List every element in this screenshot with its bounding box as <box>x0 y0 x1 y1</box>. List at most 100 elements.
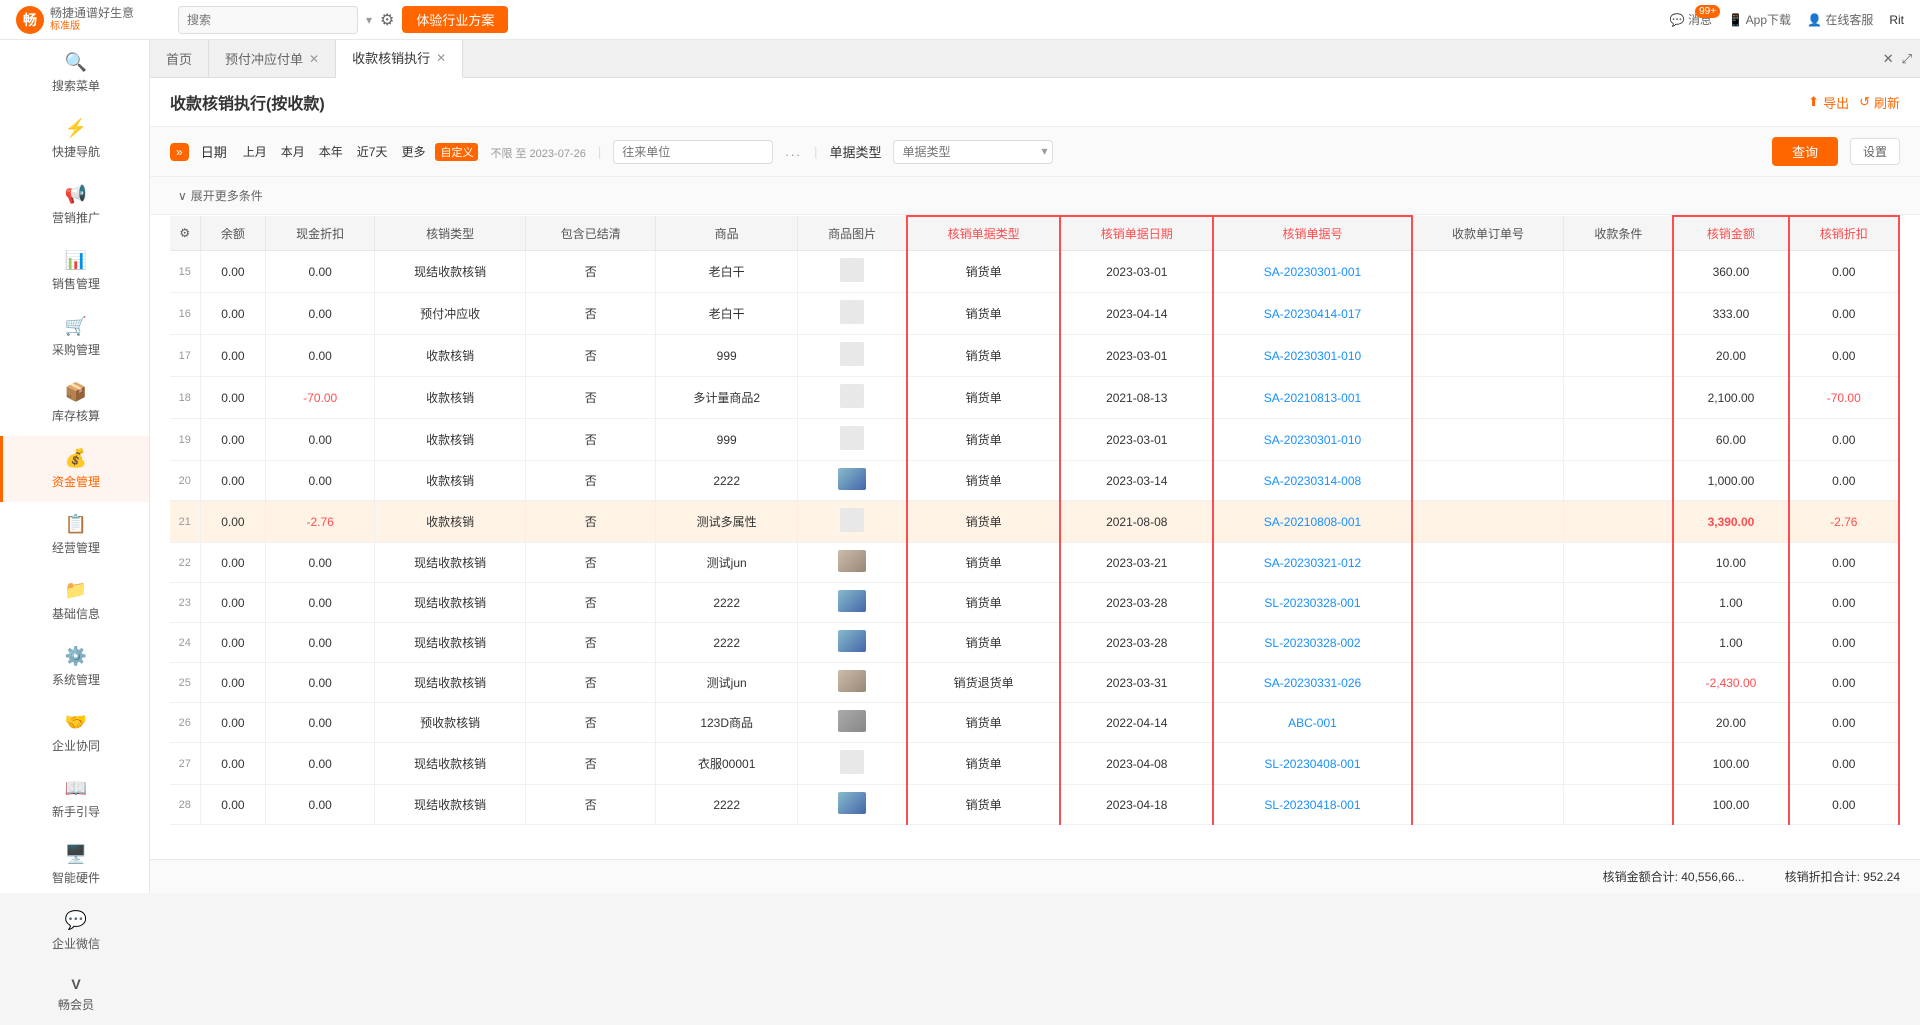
bill-no-link[interactable]: SL-20230328-002 <box>1264 636 1360 650</box>
app-download[interactable]: 📱 App下载 <box>1728 11 1791 28</box>
bill-no-link[interactable]: SL-20230418-001 <box>1264 798 1360 812</box>
export-button[interactable]: ⬆ 导出 <box>1808 93 1849 112</box>
expand-more-button[interactable]: ∨ 展开更多条件 <box>170 183 271 208</box>
gear-icon[interactable]: ⚙ <box>380 10 394 30</box>
bill-no-link[interactable]: SA-20210808-001 <box>1264 515 1361 529</box>
th-cash-discount: 现金折扣 <box>266 216 375 251</box>
purchase-icon: 🛒 <box>65 316 87 337</box>
bill-no-link[interactable]: SA-20230331-026 <box>1264 676 1361 690</box>
th-included: 包含已结清 <box>526 216 656 251</box>
bill-no-link[interactable]: ABC-001 <box>1288 716 1337 730</box>
settings-button[interactable]: 设置 <box>1850 138 1900 165</box>
online-service[interactable]: 👤 在线客服 <box>1807 11 1873 28</box>
table-row: 180.00-70.00收款核销否多计量商品2销货单2021-08-13SA-2… <box>170 377 1899 419</box>
logo: 畅 畅捷通谱好生意 标准版 <box>16 6 166 34</box>
nav-icon: ⚡ <box>65 118 87 139</box>
collab-icon: 🤝 <box>65 712 87 733</box>
query-button[interactable]: 查询 <box>1772 137 1838 166</box>
bill-no-link[interactable]: SL-20230408-001 <box>1264 757 1360 771</box>
sidebar-item-member[interactable]: V 畅会员 <box>0 964 149 1025</box>
tab-bar: 首页 预付冲应付单 ✕ 收款核销执行 ✕ ✕ ⤢ <box>150 40 1920 78</box>
bill-no-link[interactable]: SA-20230301-010 <box>1264 433 1361 447</box>
export-icon: ⬆ <box>1808 94 1819 110</box>
from-unit-input[interactable] <box>613 140 773 164</box>
guide-icon: 📖 <box>65 778 87 799</box>
bill-no-link[interactable]: SA-20210813-001 <box>1264 391 1361 405</box>
date-this-year[interactable]: 本年 <box>315 141 347 162</box>
bill-type-select-wrapper: ▾ <box>893 140 1053 164</box>
close-all-icon[interactable]: ✕ <box>1883 51 1894 67</box>
table-row: 240.000.00现结收款核销否2222销货单2023-03-28SL-202… <box>170 623 1899 663</box>
th-settings[interactable]: ⚙ <box>170 216 200 251</box>
sidebar-item-operations[interactable]: 📋 经营管理 <box>0 502 149 568</box>
filter-expand-button[interactable]: » <box>170 143 189 161</box>
date-more[interactable]: 更多 <box>397 141 429 162</box>
sidebar-item-marketing[interactable]: 📢 营销推广 <box>0 172 149 238</box>
refresh-icon: ↺ <box>1859 94 1870 110</box>
bill-type-select[interactable] <box>893 140 1053 164</box>
sidebar-item-nav[interactable]: ⚡ 快捷导航 <box>0 106 149 172</box>
sidebar-item-label: 资金管理 <box>52 473 100 490</box>
sidebar-item-finance[interactable]: 💰 资金管理 <box>0 436 149 502</box>
bill-no-link[interactable]: SA-20230321-012 <box>1264 556 1361 570</box>
sidebar-item-label: 企业协同 <box>52 737 100 754</box>
tab-verify[interactable]: 收款核销执行 ✕ <box>336 40 463 78</box>
sidebar-item-collab[interactable]: 🤝 企业协同 <box>0 700 149 766</box>
date-limit-text: 不限 至 2023-07-26 <box>490 145 585 161</box>
date-7days[interactable]: 近7天 <box>353 141 392 162</box>
sidebar-item-label: 智能硬件 <box>52 869 100 886</box>
settings-col-icon: ⚙ <box>179 226 190 240</box>
tab-prepay[interactable]: 预付冲应付单 ✕ <box>209 40 336 78</box>
bill-no-link[interactable]: SA-20230301-010 <box>1264 349 1361 363</box>
bill-no-link[interactable]: SL-20230328-001 <box>1264 596 1360 610</box>
message-badge[interactable]: 💬 消息 99+ <box>1670 11 1712 28</box>
search-menu-icon: 🔍 <box>65 52 87 73</box>
sidebar-item-label: 快捷导航 <box>52 143 100 160</box>
tab-home[interactable]: 首页 <box>150 40 209 78</box>
basic-info-icon: 📁 <box>65 580 87 601</box>
page-title: 收款核销执行(按收款) <box>170 90 325 114</box>
date-custom[interactable]: 自定义 <box>435 143 478 161</box>
th-verify-discount: 核销折扣 <box>1789 216 1899 251</box>
bill-no-link[interactable]: SA-20230301-001 <box>1264 265 1361 279</box>
sidebar-item-wechat[interactable]: 💬 企业微信 <box>0 898 149 964</box>
tab-home-label: 首页 <box>166 49 192 68</box>
refresh-button[interactable]: ↺ 刷新 <box>1859 93 1900 112</box>
filter-dots: ... <box>785 144 802 159</box>
sidebar-item-inventory[interactable]: 📦 库存核算 <box>0 370 149 436</box>
sidebar-item-hardware[interactable]: 🖥️ 智能硬件 <box>0 832 149 898</box>
sidebar-item-sales[interactable]: 📊 销售管理 <box>0 238 149 304</box>
sales-icon: 📊 <box>65 250 87 271</box>
restore-icon[interactable]: ⤢ <box>1902 51 1912 67</box>
date-this-month[interactable]: 本月 <box>277 141 309 162</box>
page-header: 收款核销执行(按收款) ⬆ 导出 ↺ 刷新 <box>150 78 1920 127</box>
user-name[interactable]: Rit <box>1889 13 1904 27</box>
dropdown-arrow-icon[interactable]: ▾ <box>366 13 372 27</box>
solution-button[interactable]: 体验行业方案 <box>402 6 508 33</box>
tab-bar-controls: ✕ ⤢ <box>1875 51 1920 67</box>
top-bar: 畅 畅捷通谱好生意 标准版 ▾ ⚙ 体验行业方案 💬 消息 99+ 📱 App下… <box>0 0 1920 40</box>
page-content: 收款核销执行(按收款) ⬆ 导出 ↺ 刷新 » 日期 上月 <box>150 78 1920 893</box>
tab-verify-close-icon[interactable]: ✕ <box>436 51 446 65</box>
sidebar-item-guide[interactable]: 📖 新手引导 <box>0 766 149 832</box>
sidebar-item-search[interactable]: 🔍 搜索菜单 <box>0 40 149 106</box>
bill-no-link[interactable]: SA-20230414-017 <box>1264 307 1361 321</box>
tab-prepay-close-icon[interactable]: ✕ <box>309 52 319 66</box>
search-input[interactable] <box>178 6 358 34</box>
sidebar-item-label: 采购管理 <box>52 341 100 358</box>
table-row: 150.000.00现结收款核销否老白干销货单2023-03-01SA-2023… <box>170 251 1899 293</box>
th-bill-type: 核销单据类型 <box>907 216 1060 251</box>
th-goods: 商品 <box>656 216 798 251</box>
sidebar-item-purchase[interactable]: 🛒 采购管理 <box>0 304 149 370</box>
table-row: 200.000.00收款核销否2222销货单2023-03-14SA-20230… <box>170 461 1899 501</box>
bill-no-link[interactable]: SA-20230314-008 <box>1264 474 1361 488</box>
th-verify-amount: 核销金额 <box>1673 216 1788 251</box>
sidebar-item-label: 搜索菜单 <box>52 77 100 94</box>
date-last-month[interactable]: 上月 <box>239 141 271 162</box>
table-container[interactable]: ⚙ 余额 现金折扣 核销类型 包含已结清 商品 商品图片 核销单据类型 核销单据… <box>150 215 1920 859</box>
date-label: 日期 <box>201 142 227 161</box>
sidebar-item-label: 营销推广 <box>52 209 100 226</box>
sidebar-item-system[interactable]: ⚙️ 系统管理 <box>0 634 149 700</box>
filter-bar: » 日期 上月 本月 本年 近7天 更多 自定义 不限 至 2023-07-26… <box>150 127 1920 177</box>
sidebar-item-basic-info[interactable]: 📁 基础信息 <box>0 568 149 634</box>
